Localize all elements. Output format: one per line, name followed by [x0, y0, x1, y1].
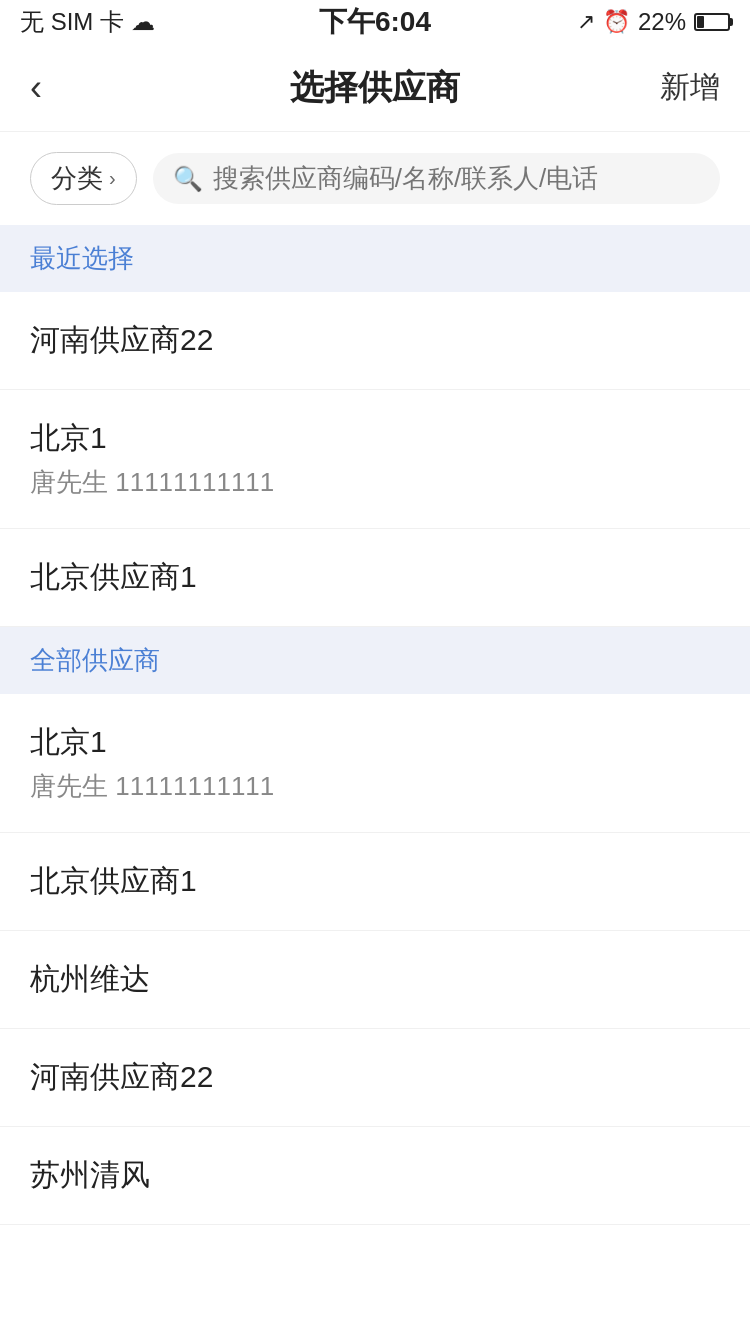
- add-button[interactable]: 新增: [660, 67, 720, 108]
- battery-icon: [694, 13, 730, 31]
- battery-percent: 22%: [638, 8, 686, 36]
- search-box[interactable]: 🔍: [153, 153, 720, 204]
- page-title: 选择供应商: [290, 65, 460, 111]
- item-name: 苏州清风: [30, 1155, 720, 1196]
- back-button[interactable]: ‹: [30, 67, 90, 109]
- category-filter[interactable]: 分类 ›: [30, 152, 137, 205]
- list-item[interactable]: 杭州维达: [0, 931, 750, 1029]
- item-name: 北京供应商1: [30, 557, 720, 598]
- chevron-icon: ›: [109, 167, 116, 190]
- item-name: 河南供应商22: [30, 320, 720, 361]
- sim-status: 无 SIM 卡 ☁: [20, 6, 155, 38]
- item-name: 北京1: [30, 722, 720, 763]
- list-item[interactable]: 北京供应商1: [0, 529, 750, 627]
- status-right: ↗ ⏰ 22%: [577, 8, 730, 36]
- search-icon: 🔍: [173, 165, 203, 193]
- recent-section-label: 最近选择: [30, 243, 134, 273]
- all-section-label: 全部供应商: [30, 645, 160, 675]
- list-item[interactable]: 北京1 唐先生 11111111111: [0, 694, 750, 833]
- all-list: 北京1 唐先生 11111111111 北京供应商1 杭州维达河南供应商22 苏州清风: [0, 694, 750, 1225]
- list-item[interactable]: 北京供应商1: [0, 833, 750, 931]
- all-section-header: 全部供应商: [0, 627, 750, 694]
- item-name: 北京1: [30, 418, 720, 459]
- list-item[interactable]: 河南供应商22: [0, 1029, 750, 1127]
- category-label: 分类: [51, 161, 103, 196]
- list-item[interactable]: 河南供应商22: [0, 292, 750, 390]
- item-name: 河南供应商22: [30, 1057, 720, 1098]
- item-name: 杭州维达: [30, 959, 720, 1000]
- item-sub: 唐先生 11111111111: [30, 769, 720, 804]
- location-icon: ↗: [577, 9, 595, 35]
- recent-list: 河南供应商22 北京1 唐先生 11111111111 北京供应商1: [0, 292, 750, 627]
- list-item[interactable]: 苏州清风: [0, 1127, 750, 1225]
- recent-section-header: 最近选择: [0, 225, 750, 292]
- filter-bar: 分类 › 🔍: [0, 132, 750, 225]
- item-sub: 唐先生 11111111111: [30, 465, 720, 500]
- item-name: 北京供应商1: [30, 861, 720, 902]
- list-item[interactable]: 北京1 唐先生 11111111111: [0, 390, 750, 529]
- search-input[interactable]: [213, 163, 700, 194]
- nav-bar: ‹ 选择供应商 新增: [0, 44, 750, 132]
- status-left: 无 SIM 卡 ☁: [20, 6, 155, 38]
- status-bar: 无 SIM 卡 ☁ 下午6:04 ↗ ⏰ 22%: [0, 0, 750, 44]
- status-time: 下午6:04: [319, 3, 431, 41]
- alarm-icon: ⏰: [603, 9, 630, 35]
